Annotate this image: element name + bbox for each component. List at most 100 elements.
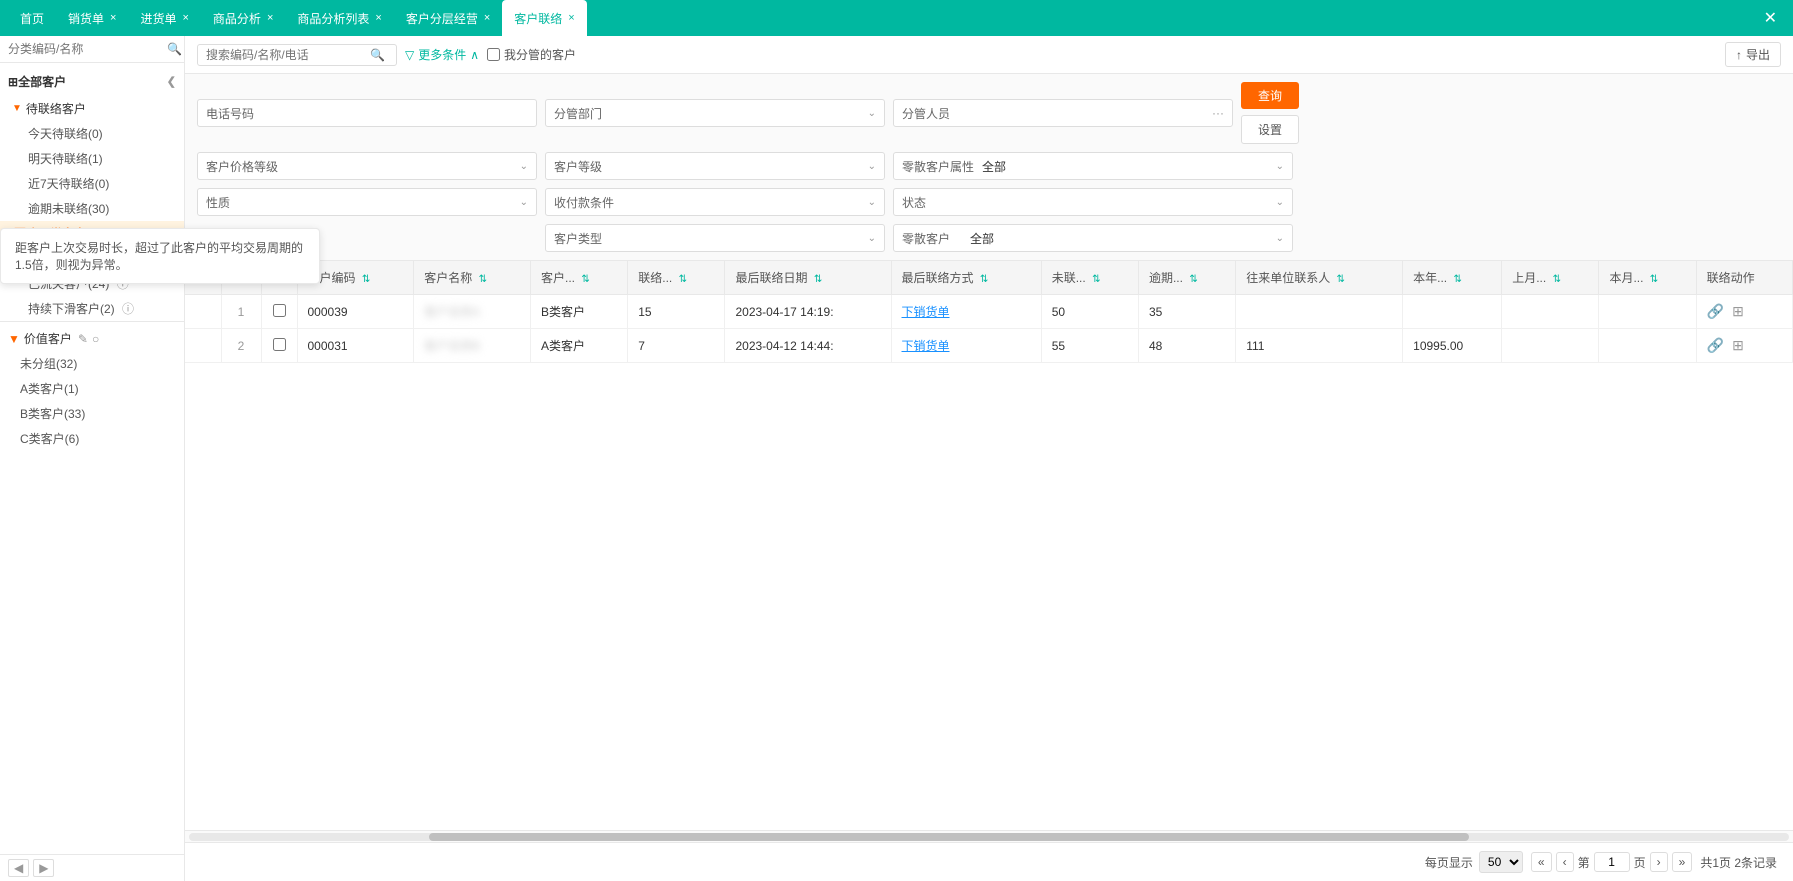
nav-product-list[interactable]: 商品分析列表 × [285, 0, 393, 36]
next-page-button[interactable]: › [1650, 852, 1668, 872]
department-field[interactable]: 分管部门 ⌄ [545, 99, 885, 127]
page-number-input[interactable] [1594, 852, 1630, 872]
col-level-header[interactable]: 客户... ⇅ [531, 261, 628, 295]
sidebar-nav-left-icon[interactable]: ◀ [8, 859, 29, 877]
export-button[interactable]: ↑ 导出 [1725, 42, 1781, 67]
payment-field[interactable]: 收付款条件 ⌄ [545, 188, 885, 216]
per-page-select[interactable]: 50 [1479, 851, 1523, 873]
col-this-month-header[interactable]: 本月... ⇅ [1599, 261, 1696, 295]
nav-customer-tier[interactable]: 客户分层经营 × [394, 0, 502, 36]
retail-attr-field[interactable]: 零散客户属性 全部 ⌄ [893, 152, 1293, 180]
query-button[interactable]: 查询 [1241, 82, 1299, 109]
sort-last-date-icon[interactable]: ⇅ [814, 274, 822, 285]
phone-field[interactable]: 电话号码 [197, 99, 537, 127]
c-class-item[interactable]: C类客户(6) [0, 426, 184, 451]
all-customers-title[interactable]: ⊞ 全部客户 ❮ [0, 67, 184, 96]
close-customer-contact-icon[interactable]: × [568, 12, 574, 24]
my-customers-checkbox[interactable] [487, 48, 500, 61]
sort-last-method-icon[interactable]: ⇅ [980, 274, 988, 285]
close-sales-icon[interactable]: × [110, 12, 116, 24]
sidebar-search-icon[interactable]: 🔍 [167, 42, 182, 56]
tooltip-box: 距客户上次交易时长，超过了此客户的平均交易周期的1.5倍，则视为异常。 [0, 228, 184, 284]
row1-action-link-icon[interactable]: 🔗 [1707, 303, 1724, 320]
col-last-date-header[interactable]: 最后联络日期 ⇅ [725, 261, 891, 295]
row2-action-link-icon[interactable]: 🔗 [1707, 337, 1724, 354]
col-last-month-header[interactable]: 上月... ⇅ [1502, 261, 1599, 295]
more-conditions-button[interactable]: ▽ 更多条件 ∧ [405, 46, 479, 63]
today-contact-item[interactable]: 今天待联络(0) [0, 121, 184, 146]
declining-customers-item[interactable]: 持续下滑客户(2) ⓘ [0, 296, 184, 321]
unclassified-item[interactable]: 未分组(32) [0, 351, 184, 376]
scroll-thumb[interactable] [429, 833, 1469, 841]
manager-more-icon[interactable]: ··· [1212, 106, 1224, 120]
col-contacts-header[interactable]: 联络... ⇅ [628, 261, 725, 295]
close-purchase-icon[interactable]: × [182, 12, 188, 24]
sort-level-icon[interactable]: ⇅ [581, 274, 589, 285]
row1-action-grid-icon[interactable]: ⊞ [1732, 303, 1744, 320]
row2-last-method[interactable]: 下销货单 [891, 329, 1041, 363]
sort-this-year-icon[interactable]: ⇅ [1454, 274, 1462, 285]
nav-home[interactable]: 首页 [8, 0, 56, 36]
manager-field[interactable]: 分管人员 ··· [893, 99, 1233, 127]
edit-value-icon[interactable]: ✎ [78, 332, 88, 346]
filter-search-icon[interactable]: 🔍 [370, 48, 385, 62]
sidebar-collapse-icon[interactable]: ❮ [167, 75, 176, 88]
sort-last-month-icon[interactable]: ⇅ [1553, 274, 1561, 285]
row2-action-grid-icon[interactable]: ⊞ [1732, 337, 1744, 354]
nav-product-analysis[interactable]: 商品分析 × [201, 0, 285, 36]
status-field[interactable]: 状态 ⌄ [893, 188, 1293, 216]
row1-last-method[interactable]: 下销货单 [891, 295, 1041, 329]
col-overdue-header[interactable]: 逾期... ⇅ [1138, 261, 1235, 295]
check-value-icon[interactable]: ○ [92, 332, 99, 346]
filter-row-4: ··· 客户类型 ⌄ 零散客户 全部 ⌄ [197, 224, 1781, 252]
sort-unit-contact-icon[interactable]: ⇅ [1337, 274, 1345, 285]
week-contact-item[interactable]: 近7天待联络(0) [0, 171, 184, 196]
row1-this-year [1403, 295, 1502, 329]
b-class-item[interactable]: B类客户(33) [0, 401, 184, 426]
row2-select-checkbox[interactable] [273, 338, 286, 351]
prev-page-button[interactable]: ‹ [1556, 852, 1574, 872]
first-page-button[interactable]: « [1531, 852, 1552, 872]
nav-customer-contact[interactable]: 客户联络 × [502, 0, 586, 36]
row1-checkbox[interactable] [261, 295, 297, 329]
tomorrow-contact-item[interactable]: 明天待联络(1) [0, 146, 184, 171]
sort-uncontacted-icon[interactable]: ⇅ [1092, 274, 1100, 285]
sidebar-search-input[interactable] [8, 42, 163, 56]
col-unit-contact-header[interactable]: 往来单位联系人 ⇅ [1236, 261, 1403, 295]
close-product-list-icon[interactable]: × [375, 12, 381, 24]
col-this-year-header[interactable]: 本年... ⇅ [1403, 261, 1502, 295]
sort-contacts-icon[interactable]: ⇅ [679, 274, 687, 285]
sort-this-month-icon[interactable]: ⇅ [1650, 274, 1658, 285]
sort-name-icon[interactable]: ⇅ [479, 274, 487, 285]
value-customers-title[interactable]: ▼ 价值客户 ✎ ○ [0, 326, 184, 351]
all-customers-icon: ⊞ [8, 75, 18, 89]
sort-overdue-icon[interactable]: ⇅ [1189, 274, 1197, 285]
customer-level-field[interactable]: 客户等级 ⌄ [545, 152, 885, 180]
col-name-header[interactable]: 客户名称 ⇅ [414, 261, 531, 295]
last-page-button[interactable]: » [1672, 852, 1693, 872]
close-product-analysis-icon[interactable]: × [267, 12, 273, 24]
col-last-method-header[interactable]: 最后联络方式 ⇅ [891, 261, 1041, 295]
nav-sales[interactable]: 销货单 × [56, 0, 128, 36]
settings-button[interactable]: 设置 [1241, 115, 1299, 144]
col-uncontacted-header[interactable]: 未联... ⇅ [1041, 261, 1138, 295]
retail-attr-dropdown-icon: ⌄ [1276, 161, 1284, 172]
filter-icon: ▽ [405, 48, 414, 62]
retail-customer-field[interactable]: 零散客户 全部 ⌄ [893, 224, 1293, 252]
gender-field[interactable]: 性质 ⌄ [197, 188, 537, 216]
overdue-contact-item[interactable]: 逾期未联络(30) [0, 196, 184, 221]
sidebar-search-bar: 🔍 [0, 36, 184, 63]
close-customer-tier-icon[interactable]: × [484, 12, 490, 24]
row2-checkbox[interactable] [261, 329, 297, 363]
close-all-button[interactable]: ✕ [1756, 8, 1785, 28]
price-level-field[interactable]: 客户价格等级 ⌄ [197, 152, 537, 180]
a-class-item[interactable]: A类客户(1) [0, 376, 184, 401]
sidebar-nav-right-icon[interactable]: ▶ [33, 859, 54, 877]
sort-code-icon[interactable]: ⇅ [362, 274, 370, 285]
customer-type-field[interactable]: 客户类型 ⌄ [545, 224, 885, 252]
pending-contact-title[interactable]: ▼ 待联络客户 [0, 96, 184, 121]
nav-purchase[interactable]: 进货单 × [128, 0, 200, 36]
horizontal-scrollbar[interactable] [185, 830, 1793, 842]
filter-search-input[interactable] [206, 48, 366, 62]
row1-select-checkbox[interactable] [273, 304, 286, 317]
